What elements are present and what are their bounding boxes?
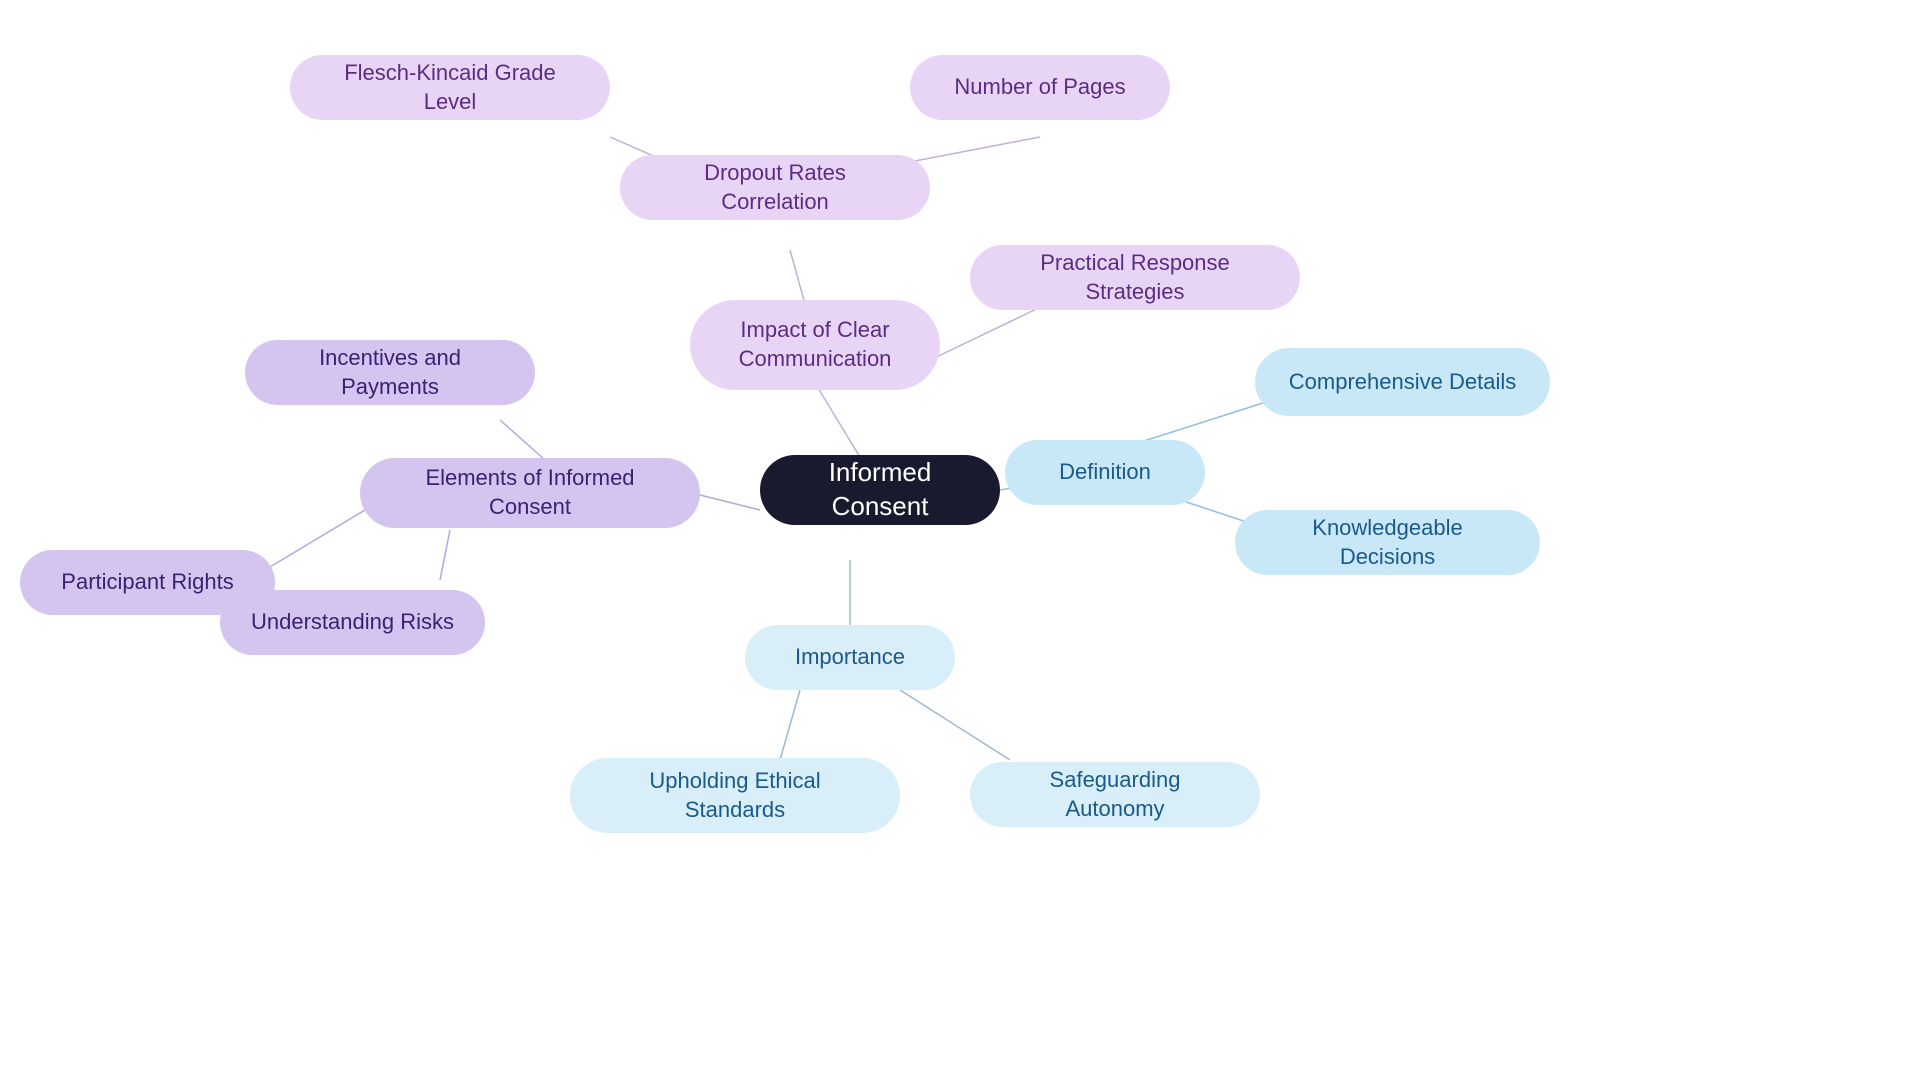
elements-informed-consent-node[interactable]: Elements of Informed Consent <box>360 458 700 528</box>
incentives-payments-label: Incentives and Payments <box>275 344 505 401</box>
incentives-payments-node[interactable]: Incentives and Payments <box>245 340 535 405</box>
understanding-risks-label: Understanding Risks <box>251 608 454 637</box>
upholding-ethical-node[interactable]: Upholding Ethical Standards <box>570 758 900 833</box>
importance-node[interactable]: Importance <box>745 625 955 690</box>
number-pages-node[interactable]: Number of Pages <box>910 55 1170 120</box>
flesch-kincaid-node[interactable]: Flesch-Kincaid Grade Level <box>290 55 610 120</box>
number-pages-label: Number of Pages <box>954 73 1125 102</box>
upholding-ethical-label: Upholding Ethical Standards <box>600 767 870 824</box>
definition-label: Definition <box>1059 458 1151 487</box>
knowledgeable-decisions-node[interactable]: Knowledgeable Decisions <box>1235 510 1540 575</box>
practical-response-node[interactable]: Practical Response Strategies <box>970 245 1300 310</box>
understanding-risks-node[interactable]: Understanding Risks <box>220 590 485 655</box>
impact-clear-comm-node[interactable]: Impact of ClearCommunication <box>690 300 940 390</box>
flesch-kincaid-label: Flesch-Kincaid Grade Level <box>320 59 580 116</box>
dropout-rates-label: Dropout Rates Correlation <box>650 159 900 216</box>
center-node[interactable]: Informed Consent <box>760 455 1000 525</box>
safeguarding-autonomy-node[interactable]: Safeguarding Autonomy <box>970 762 1260 827</box>
dropout-rates-node[interactable]: Dropout Rates Correlation <box>620 155 930 220</box>
impact-clear-comm-label: Impact of ClearCommunication <box>739 316 892 373</box>
knowledgeable-decisions-label: Knowledgeable Decisions <box>1265 514 1510 571</box>
elements-informed-consent-label: Elements of Informed Consent <box>390 464 670 521</box>
definition-node[interactable]: Definition <box>1005 440 1205 505</box>
safeguarding-autonomy-label: Safeguarding Autonomy <box>1000 766 1230 823</box>
participant-rights-label: Participant Rights <box>61 568 233 597</box>
comprehensive-details-node[interactable]: Comprehensive Details <box>1255 348 1550 416</box>
center-label: Informed Consent <box>810 456 950 524</box>
practical-response-label: Practical Response Strategies <box>1000 249 1270 306</box>
comprehensive-details-label: Comprehensive Details <box>1289 368 1516 397</box>
importance-label: Importance <box>795 643 905 672</box>
